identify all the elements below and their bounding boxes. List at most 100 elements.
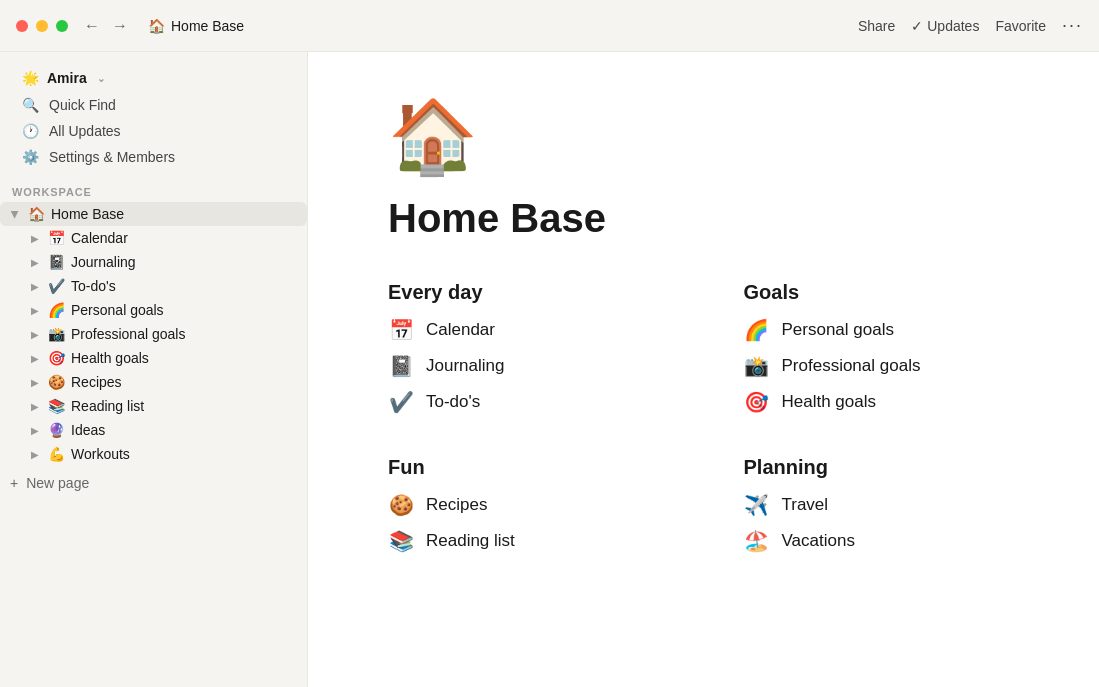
- section-heading-fun: Fun: [388, 456, 664, 479]
- health-goals-label: Health goals: [782, 392, 877, 412]
- recipes-icon: 🍪: [388, 493, 414, 517]
- journaling-label: Journaling: [426, 356, 504, 376]
- main-content: 🏠 Home Base Every day 📅 Calendar 📓 Journ…: [308, 52, 1099, 687]
- sidebar-item-journaling[interactable]: ▶ 📓 Journaling: [20, 250, 307, 274]
- vacations-icon: 🏖️: [744, 529, 770, 553]
- user-name: Amira: [47, 70, 87, 86]
- section-heading-planning: Planning: [744, 456, 1020, 479]
- titlebar-actions: Share ✓ Updates Favorite ···: [858, 15, 1083, 36]
- personal-goals-label: Personal goals: [782, 320, 894, 340]
- professional-goals-icon: 📸: [744, 354, 770, 378]
- all-updates[interactable]: 🕐 All Updates: [12, 118, 295, 144]
- item-health-goals[interactable]: 🎯 Health goals: [744, 388, 1020, 416]
- personal-goals-icon: 🌈: [744, 318, 770, 342]
- forward-button[interactable]: →: [108, 15, 132, 37]
- recipes-icon: 🍪: [48, 374, 65, 390]
- share-button[interactable]: Share: [858, 18, 895, 34]
- item-reading-list[interactable]: 📚 Reading list: [388, 527, 664, 555]
- sidebar-item-workouts[interactable]: ▶ 💪 Workouts: [20, 442, 307, 466]
- minimize-button[interactable]: [36, 20, 48, 32]
- new-page-label: New page: [26, 475, 89, 491]
- sidebar-item-calendar[interactable]: ▶ 📅 Calendar: [20, 226, 307, 250]
- sidebar-item-reading-list[interactable]: ▶ 📚 Reading list: [20, 394, 307, 418]
- item-journaling[interactable]: 📓 Journaling: [388, 352, 664, 380]
- travel-icon: ✈️: [744, 493, 770, 517]
- favorite-button[interactable]: Favorite: [995, 18, 1046, 34]
- item-recipes[interactable]: 🍪 Recipes: [388, 491, 664, 519]
- traffic-lights: [16, 20, 68, 32]
- item-todos[interactable]: ✔️ To-do's: [388, 388, 664, 416]
- workouts-icon: 💪: [48, 446, 65, 462]
- chevron-icon: ▶: [28, 377, 42, 388]
- item-calendar[interactable]: 📅 Calendar: [388, 316, 664, 344]
- sidebar-item-recipes[interactable]: ▶ 🍪 Recipes: [20, 370, 307, 394]
- sidebar-children: ▶ 📅 Calendar ▶ 📓 Journaling ▶ ✔️ To-do's…: [0, 226, 307, 466]
- journaling-icon: 📓: [48, 254, 65, 270]
- nav-arrows: ← →: [80, 15, 132, 37]
- vacations-label: Vacations: [782, 531, 855, 551]
- section-fun: Fun 🍪 Recipes 📚 Reading list: [388, 456, 664, 555]
- settings-members[interactable]: ⚙️ Settings & Members: [12, 144, 295, 170]
- more-options-button[interactable]: ···: [1062, 15, 1083, 36]
- item-vacations[interactable]: 🏖️ Vacations: [744, 527, 1020, 555]
- section-planning: Planning ✈️ Travel 🏖️ Vacations: [744, 456, 1020, 555]
- sidebar-item-home-base[interactable]: ▶ 🏠 Home Base: [0, 202, 307, 226]
- section-every-day: Every day 📅 Calendar 📓 Journaling ✔️ To-…: [388, 281, 664, 416]
- section-items-every-day: 📅 Calendar 📓 Journaling ✔️ To-do's: [388, 316, 664, 416]
- ideas-label: Ideas: [71, 422, 105, 438]
- section-goals: Goals 🌈 Personal goals 📸 Professional go…: [744, 281, 1020, 416]
- close-button[interactable]: [16, 20, 28, 32]
- sidebar-item-professional-goals[interactable]: ▶ 📸 Professional goals: [20, 322, 307, 346]
- home-base-label: Home Base: [51, 206, 124, 222]
- chevron-icon: ▶: [28, 257, 42, 268]
- back-button[interactable]: ←: [80, 15, 104, 37]
- quick-find-label: Quick Find: [49, 97, 116, 113]
- reading-list-label: Reading list: [426, 531, 515, 551]
- plus-icon: +: [10, 475, 18, 491]
- todos-label: To-do's: [71, 278, 116, 294]
- fullscreen-button[interactable]: [56, 20, 68, 32]
- health-goals-icon: 🎯: [48, 350, 65, 366]
- sidebar-item-todos[interactable]: ▶ ✔️ To-do's: [20, 274, 307, 298]
- search-icon: 🔍: [22, 97, 39, 113]
- user-menu[interactable]: 🌟 Amira ⌄: [12, 64, 295, 92]
- todos-label: To-do's: [426, 392, 480, 412]
- sidebar-top: 🌟 Amira ⌄ 🔍 Quick Find 🕐 All Updates ⚙️ …: [0, 52, 307, 178]
- journaling-label: Journaling: [71, 254, 136, 270]
- page-icon: 🏠: [388, 100, 1019, 172]
- chevron-icon: ▶: [28, 233, 42, 244]
- sidebar: 🌟 Amira ⌄ 🔍 Quick Find 🕐 All Updates ⚙️ …: [0, 52, 308, 687]
- titlebar: ← → 🏠 Home Base Share ✓ Updates Favorite…: [0, 0, 1099, 52]
- section-heading-goals: Goals: [744, 281, 1020, 304]
- titlebar-page-icon: 🏠: [148, 18, 165, 34]
- quick-find[interactable]: 🔍 Quick Find: [12, 92, 295, 118]
- calendar-icon: 📅: [388, 318, 414, 342]
- chevron-icon: ▶: [28, 401, 42, 412]
- workouts-label: Workouts: [71, 446, 130, 462]
- chevron-icon: ⌄: [97, 73, 105, 84]
- all-updates-label: All Updates: [49, 123, 121, 139]
- item-professional-goals[interactable]: 📸 Professional goals: [744, 352, 1020, 380]
- health-goals-label: Health goals: [71, 350, 149, 366]
- sidebar-item-personal-goals[interactable]: ▶ 🌈 Personal goals: [20, 298, 307, 322]
- gear-icon: ⚙️: [22, 149, 39, 165]
- sidebar-item-health-goals[interactable]: ▶ 🎯 Health goals: [20, 346, 307, 370]
- user-icon: 🌟: [22, 70, 39, 86]
- personal-goals-label: Personal goals: [71, 302, 164, 318]
- chevron-icon: ▶: [28, 281, 42, 292]
- updates-button[interactable]: ✓ Updates: [911, 18, 979, 34]
- section-items-goals: 🌈 Personal goals 📸 Professional goals 🎯 …: [744, 316, 1020, 416]
- home-base-icon: 🏠: [28, 206, 45, 222]
- item-travel[interactable]: ✈️ Travel: [744, 491, 1020, 519]
- sidebar-item-ideas[interactable]: ▶ 🔮 Ideas: [20, 418, 307, 442]
- titlebar-title-text: Home Base: [171, 18, 244, 34]
- recipes-label: Recipes: [426, 495, 487, 515]
- chevron-icon: ▶: [28, 425, 42, 436]
- item-personal-goals[interactable]: 🌈 Personal goals: [744, 316, 1020, 344]
- app-body: 🌟 Amira ⌄ 🔍 Quick Find 🕐 All Updates ⚙️ …: [0, 52, 1099, 687]
- chevron-down-icon: ▶: [10, 207, 21, 221]
- reading-list-icon: 📚: [388, 529, 414, 553]
- calendar-label: Calendar: [71, 230, 128, 246]
- new-page-button[interactable]: + New page: [0, 470, 307, 496]
- chevron-icon: ▶: [28, 329, 42, 340]
